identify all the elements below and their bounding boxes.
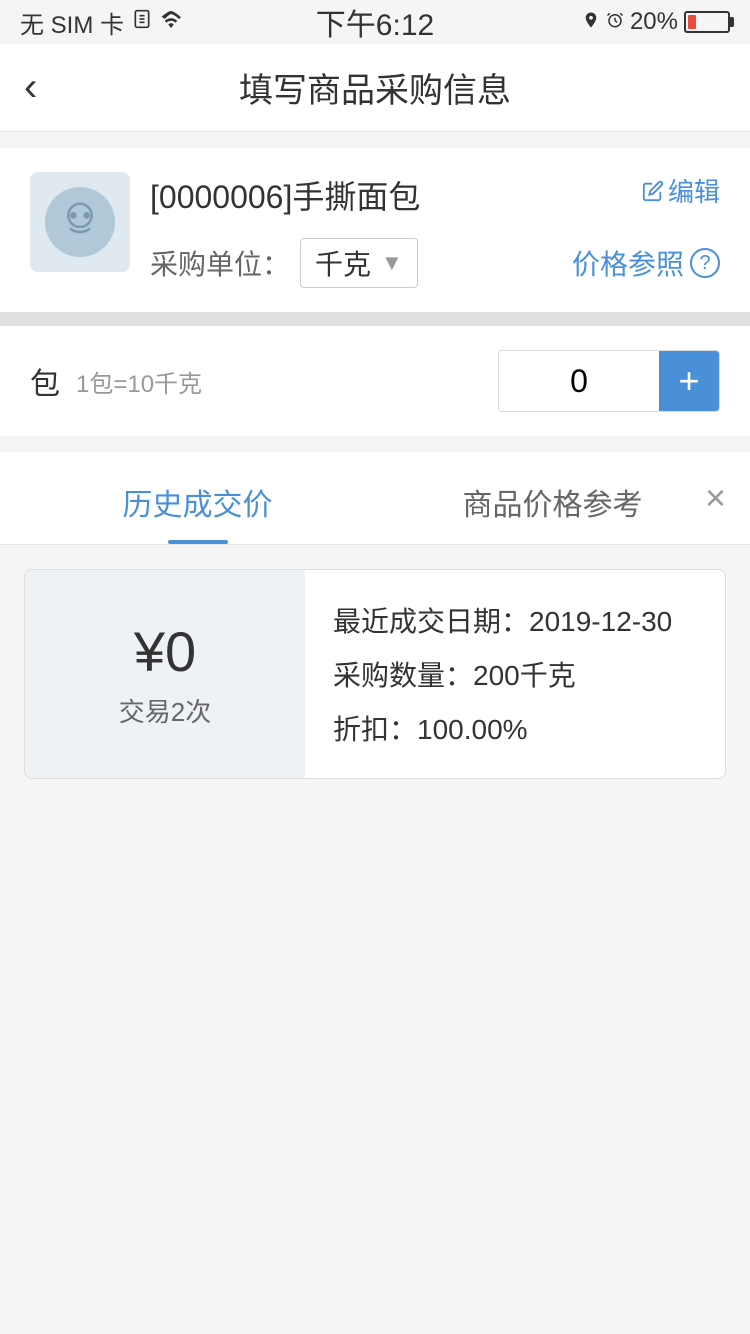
gray-divider xyxy=(0,312,750,326)
wifi-icon xyxy=(160,8,182,36)
price-amount: ¥0 xyxy=(134,619,196,684)
main-content: ¥0 交易2次 最近成交日期：2019-12-30 采购数量：200千克 折扣：… xyxy=(0,569,750,1169)
unit-value: 千克 xyxy=(315,243,371,283)
purchase-qty-row: 采购数量：200千克 xyxy=(333,654,697,694)
status-left: 无 SIM 卡 xyxy=(20,5,182,40)
quantity-row: 包 1包=10千克 + xyxy=(0,326,750,436)
close-button[interactable]: × xyxy=(705,477,726,519)
tab-product-price-label: 商品价格参考 xyxy=(463,489,643,522)
battery-percent-text: 20% xyxy=(630,8,678,36)
price-card: ¥0 交易2次 最近成交日期：2019-12-30 采购数量：200千克 折扣：… xyxy=(24,569,726,779)
product-image xyxy=(30,172,130,272)
nav-title: 填写商品采购信息 xyxy=(239,63,511,112)
edit-label: 编辑 xyxy=(668,172,720,209)
unit-badge: 包 xyxy=(30,359,60,403)
nav-bar: ‹ 填写商品采购信息 xyxy=(0,44,750,132)
alarm-icon xyxy=(606,8,624,36)
status-bar: 无 SIM 卡 下午6:12 xyxy=(0,0,750,44)
recent-date-label: 最近成交日期： xyxy=(333,606,529,637)
unit-conversion: 1包=10千克 xyxy=(76,364,202,399)
tabs-bar: 历史成交价 商品价格参考 × xyxy=(0,452,750,545)
price-right-panel: 最近成交日期：2019-12-30 采购数量：200千克 折扣：100.00% xyxy=(305,570,725,778)
carrier-text: 无 SIM 卡 xyxy=(20,5,124,40)
tab-history-label: 历史成交价 xyxy=(123,489,273,522)
battery-icon xyxy=(684,11,730,33)
product-thumbnail xyxy=(45,187,115,257)
status-right: 20% xyxy=(582,8,730,36)
purchase-qty-label: 采购数量： xyxy=(333,660,473,691)
price-ref-label: 价格参照 xyxy=(572,243,684,283)
quantity-input[interactable] xyxy=(499,351,659,411)
product-card: [0000006]手撕面包 编辑 采购单位： 千克 ▼ 价格参照 ? xyxy=(0,148,750,312)
unit-arrow-icon: ▼ xyxy=(381,250,403,276)
sim-icon xyxy=(132,8,152,36)
discount-row: 折扣：100.00% xyxy=(333,708,697,748)
purchase-qty-value: 200千克 xyxy=(473,660,576,691)
price-left-panel: ¥0 交易2次 xyxy=(25,570,305,778)
product-header: [0000006]手撕面包 编辑 xyxy=(150,172,720,218)
quantity-input-group: + xyxy=(498,350,720,412)
edit-button[interactable]: 编辑 xyxy=(642,172,720,209)
quantity-unit-info: 包 1包=10千克 xyxy=(30,359,202,403)
product-name: [0000006]手撕面包 xyxy=(150,172,420,218)
discount-value: 100.00% xyxy=(417,714,528,745)
quantity-plus-button[interactable]: + xyxy=(659,351,719,411)
discount-label: 折扣： xyxy=(333,714,417,745)
location-icon xyxy=(582,8,600,36)
tab-history-price[interactable]: 历史成交价 xyxy=(20,452,375,544)
price-ref-info-icon: ? xyxy=(690,248,720,278)
tab-product-price-ref[interactable]: 商品价格参考 xyxy=(375,452,730,544)
battery-fill xyxy=(688,15,696,29)
tab-active-underline xyxy=(168,540,228,544)
unit-label: 采购单位： xyxy=(150,243,290,283)
time-display: 下午6:12 xyxy=(316,0,434,44)
product-info: [0000006]手撕面包 编辑 采购单位： 千克 ▼ 价格参照 ? xyxy=(150,172,720,288)
recent-date-row: 最近成交日期：2019-12-30 xyxy=(333,600,697,640)
price-value: 0 xyxy=(165,620,196,683)
purchase-unit-row: 采购单位： 千克 ▼ 价格参照 ? xyxy=(150,238,720,288)
price-transactions: 交易2次 xyxy=(119,692,211,729)
currency-symbol: ¥ xyxy=(134,620,165,683)
price-ref-button[interactable]: 价格参照 ? xyxy=(572,243,720,283)
back-button[interactable]: ‹ xyxy=(24,65,37,110)
unit-selector[interactable]: 千克 ▼ xyxy=(300,238,418,288)
recent-date-value: 2019-12-30 xyxy=(529,606,672,637)
